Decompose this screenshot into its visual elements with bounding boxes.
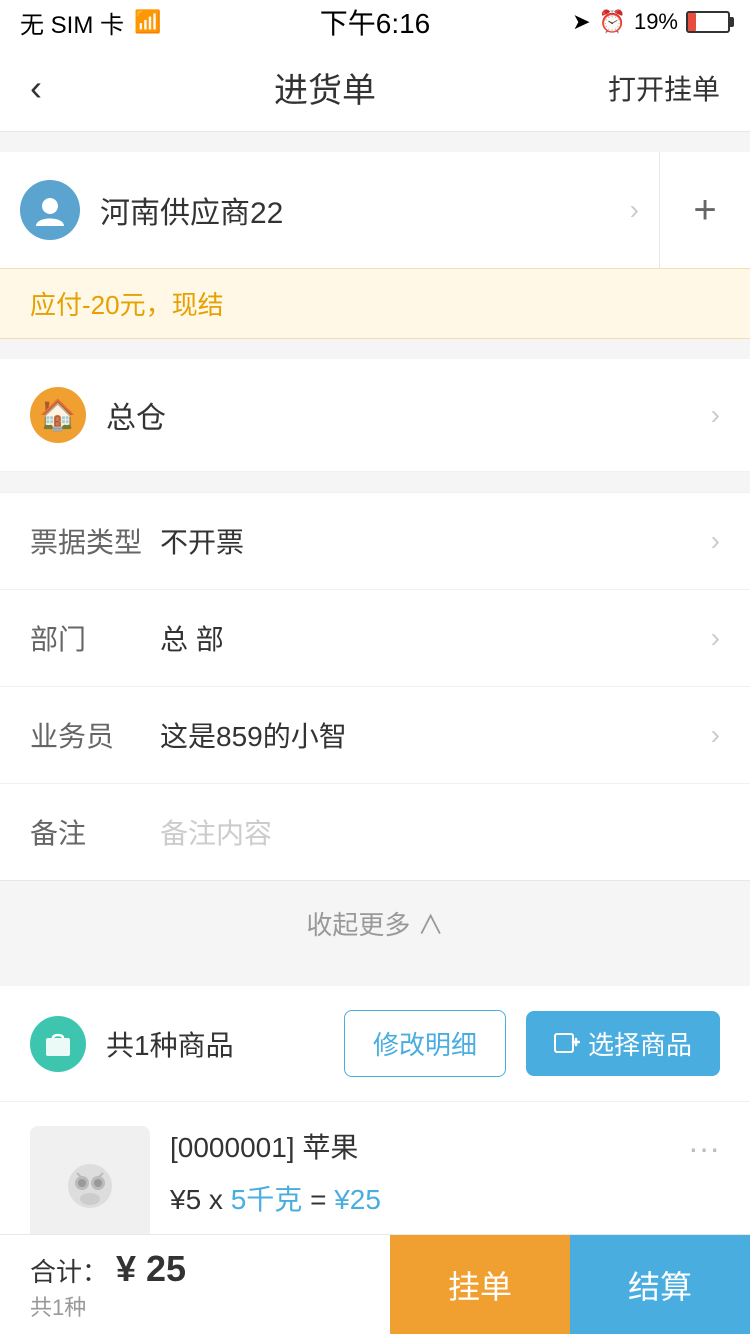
alarm-icon: ⏰ xyxy=(599,9,626,35)
divider-2 xyxy=(0,339,750,359)
status-left: 无 SIM 卡 📶 xyxy=(20,5,161,40)
department-label: 部门 xyxy=(30,618,160,658)
product-total: ¥25 xyxy=(334,1184,381,1215)
status-right: ➤ ⏰ 19% xyxy=(572,9,730,35)
supplier-section: 河南供应商22 › + xyxy=(0,152,750,268)
status-time: 下午6:16 xyxy=(320,2,431,42)
nav-bar: ‹ 进货单 打开挂单 xyxy=(0,44,750,132)
products-header: 共1种商品 修改明细 选择商品 xyxy=(0,986,750,1101)
product-name: [0000001] 苹果 xyxy=(170,1126,668,1166)
invoice-type-row[interactable]: 票据类型 不开票 › xyxy=(0,492,750,589)
warehouse-row[interactable]: 🏠 总仓 › xyxy=(0,359,750,472)
department-row[interactable]: 部门 总 部 › xyxy=(0,589,750,686)
page-title: 进货单 xyxy=(274,63,376,112)
supplier-avatar xyxy=(20,180,80,240)
department-value: 总 部 xyxy=(160,618,711,658)
products-count: 共1种商品 xyxy=(106,1024,324,1064)
warehouse-chevron-icon: › xyxy=(711,399,720,431)
product-more-button[interactable]: ··· xyxy=(688,1126,720,1167)
back-button[interactable]: ‹ xyxy=(30,67,42,109)
total-line: 合计： ¥ 25 xyxy=(30,1248,360,1290)
product-code: [0000001] xyxy=(170,1132,302,1163)
bottom-bar: 合计： ¥ 25 共1种 挂单 结算 xyxy=(0,1234,750,1334)
product-title: 苹果 xyxy=(302,1132,358,1163)
warehouse-name: 总仓 xyxy=(106,393,711,437)
pending-button[interactable]: 挂单 xyxy=(390,1235,570,1334)
total-section: 合计： ¥ 25 共1种 xyxy=(0,1235,390,1334)
supplier-name: 河南供应商22 xyxy=(100,188,630,232)
open-pending-button[interactable]: 打开挂单 xyxy=(608,68,720,108)
supplier-selector[interactable]: 河南供应商22 › xyxy=(0,152,660,268)
divider-3 xyxy=(0,472,750,492)
battery-label: 19% xyxy=(634,9,678,35)
collapse-bar[interactable]: 收起更多 ∧ xyxy=(0,880,750,966)
salesperson-row[interactable]: 业务员 这是859的小智 › xyxy=(0,686,750,783)
unit-price: ¥5 x xyxy=(170,1184,231,1215)
product-info: [0000001] 苹果 ¥5 x 5千克 = ¥25 xyxy=(170,1126,668,1218)
warehouse-icon: 🏠 xyxy=(30,387,86,443)
battery-icon xyxy=(686,11,730,33)
products-icon xyxy=(30,1016,86,1072)
collapse-label: 收起更多 ∧ xyxy=(306,905,443,942)
product-price: ¥5 x 5千克 = ¥25 xyxy=(170,1178,668,1218)
total-amount: ¥ 25 xyxy=(116,1248,186,1290)
salesperson-value: 这是859的小智 xyxy=(160,715,711,755)
divider-1 xyxy=(0,132,750,152)
price-equals: = xyxy=(310,1184,334,1215)
invoice-type-chevron-icon: › xyxy=(711,525,720,557)
invoice-type-label: 票据类型 xyxy=(30,521,160,561)
status-bar: 无 SIM 卡 📶 下午6:16 ➤ ⏰ 19% xyxy=(0,0,750,44)
supplier-notice: 应付-20元，现结 xyxy=(0,268,750,339)
product-thumbnail xyxy=(30,1126,150,1246)
remark-label: 备注 xyxy=(30,812,160,852)
divider-4 xyxy=(0,966,750,986)
department-chevron-icon: › xyxy=(711,622,720,654)
location-icon: ➤ xyxy=(572,9,590,35)
carrier-label: 无 SIM 卡 xyxy=(20,5,124,40)
salesperson-chevron-icon: › xyxy=(711,719,720,751)
remark-row[interactable]: 备注 备注内容 xyxy=(0,783,750,880)
add-supplier-button[interactable]: + xyxy=(660,152,750,268)
select-product-label: 选择商品 xyxy=(588,1025,692,1062)
salesperson-label: 业务员 xyxy=(30,715,160,755)
wifi-icon: 📶 xyxy=(134,9,161,35)
remark-input[interactable]: 备注内容 xyxy=(160,812,720,852)
invoice-type-value: 不开票 xyxy=(160,521,711,561)
total-sub: 共1种 xyxy=(30,1290,360,1322)
product-qty: 5千克 xyxy=(231,1184,303,1215)
select-product-button[interactable]: 选择商品 xyxy=(526,1011,720,1076)
edit-detail-button[interactable]: 修改明细 xyxy=(344,1010,506,1077)
form-section: 票据类型 不开票 › 部门 总 部 › 业务员 这是859的小智 › 备注 备注… xyxy=(0,492,750,880)
checkout-button[interactable]: 结算 xyxy=(570,1235,750,1334)
total-label: 合计： xyxy=(30,1252,108,1289)
supplier-chevron-icon: › xyxy=(630,194,639,226)
